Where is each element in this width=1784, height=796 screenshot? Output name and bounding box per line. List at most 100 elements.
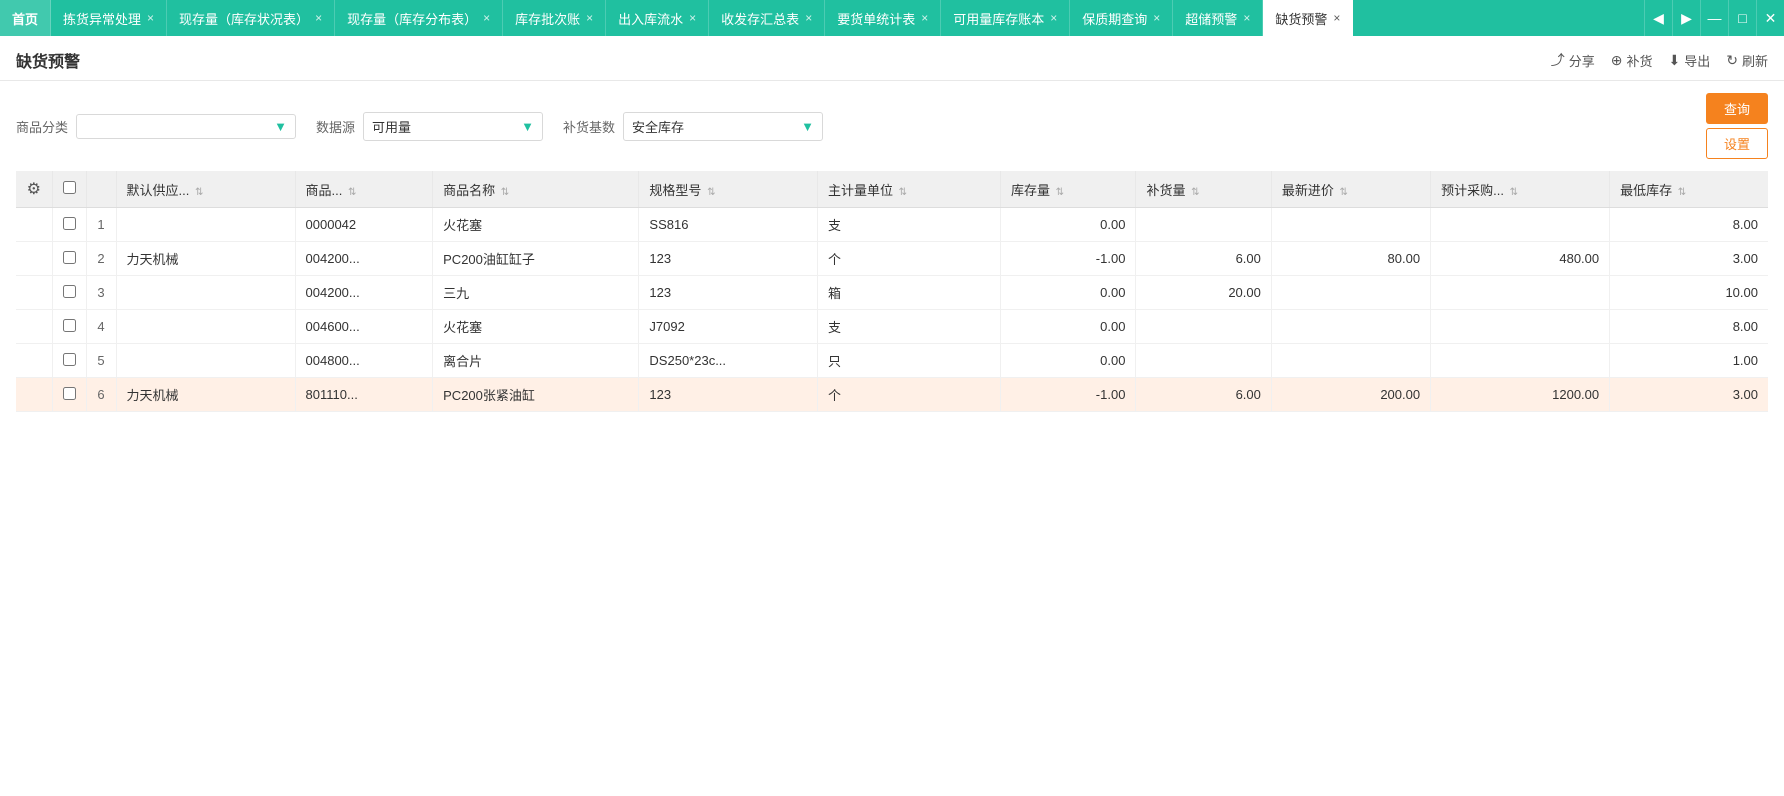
row-checkbox-1[interactable]: [63, 251, 76, 264]
window-close-button[interactable]: ✕: [1756, 0, 1784, 36]
sort-min-stock-icon[interactable]: ⇅: [1678, 187, 1686, 198]
row-settings-cell: [16, 208, 52, 242]
row-spec: 123: [639, 276, 818, 310]
row-checkbox-0[interactable]: [63, 217, 76, 230]
tab-next-button[interactable]: ▶: [1672, 0, 1700, 36]
export-button[interactable]: ⬇ 导出: [1669, 51, 1711, 70]
table-container: ⚙ 默认供应... ⇅ 商品... ⇅: [0, 171, 1784, 412]
row-product-name: 三九: [433, 276, 639, 310]
table-row[interactable]: 4004600...火花塞J7092支0.008.00: [16, 310, 1768, 344]
tab-close-7[interactable]: ×: [921, 11, 928, 25]
row-checkbox-3[interactable]: [63, 319, 76, 332]
tab-close-10[interactable]: ×: [1243, 11, 1250, 25]
replenish-button[interactable]: ⊕ 补货: [1611, 51, 1653, 70]
tab-item-7[interactable]: 要货单统计表×: [825, 0, 941, 36]
replenish-base-value: 安全库存: [632, 117, 684, 136]
page-title: 缺货预警: [16, 48, 80, 72]
tab-item-0[interactable]: 首页: [0, 0, 51, 36]
row-unit: 支: [818, 310, 1001, 344]
row-estimated-purchase: 480.00: [1431, 242, 1610, 276]
row-checkbox-5[interactable]: [63, 387, 76, 400]
tab-item-5[interactable]: 出入库流水×: [606, 0, 709, 36]
sort-replenish-icon[interactable]: ⇅: [1191, 187, 1199, 198]
row-latest-price: [1271, 276, 1430, 310]
table-row[interactable]: 5004800...离合片DS250*23c...只0.001.00: [16, 344, 1768, 378]
filter-area: 商品分类 ▼ 数据源 可用量 ▼ 补货基数 安全库存 ▼ 查询 设置: [0, 81, 1784, 171]
window-minimize-button[interactable]: —: [1700, 0, 1728, 36]
sort-unit-icon[interactable]: ⇅: [899, 187, 907, 198]
tab-close-1[interactable]: ×: [147, 11, 154, 25]
row-estimated-purchase: [1431, 276, 1610, 310]
tab-item-2[interactable]: 现存量（库存状况表）×: [167, 0, 335, 36]
row-checkbox-2[interactable]: [63, 285, 76, 298]
replenish-base-select[interactable]: 安全库存 ▼: [623, 112, 823, 141]
refresh-button[interactable]: ↻ 刷新: [1726, 51, 1768, 70]
row-settings-cell: [16, 276, 52, 310]
tab-close-2[interactable]: ×: [315, 11, 322, 25]
tab-item-4[interactable]: 库存批次账×: [503, 0, 606, 36]
tab-item-9[interactable]: 保质期查询×: [1070, 0, 1173, 36]
row-checkbox-cell: [52, 276, 86, 310]
sort-supplier-icon[interactable]: ⇅: [195, 187, 203, 198]
sort-spec-icon[interactable]: ⇅: [707, 187, 715, 198]
settings-button[interactable]: 设置: [1706, 128, 1768, 159]
col-estimated-purchase: 预计采购... ⇅: [1431, 171, 1610, 208]
sort-price-icon[interactable]: ⇅: [1340, 187, 1348, 198]
tab-close-4[interactable]: ×: [586, 11, 593, 25]
tab-item-11[interactable]: 缺货预警×: [1263, 0, 1353, 36]
tab-close-6[interactable]: ×: [805, 11, 812, 25]
tab-item-6[interactable]: 收发存汇总表×: [709, 0, 825, 36]
row-replenish-qty: [1136, 208, 1271, 242]
row-stock: -1.00: [1001, 242, 1136, 276]
row-checkbox-cell: [52, 378, 86, 412]
datasource-select[interactable]: 可用量 ▼: [363, 112, 543, 141]
share-button[interactable]: ⤴ 分享: [1551, 50, 1595, 70]
tab-close-5[interactable]: ×: [689, 11, 696, 25]
row-default-supplier: [116, 344, 295, 378]
category-select[interactable]: ▼: [76, 114, 296, 139]
row-default-supplier: [116, 208, 295, 242]
row-number: 3: [86, 276, 116, 310]
sort-stock-icon[interactable]: ⇅: [1056, 187, 1064, 198]
tab-item-8[interactable]: 可用量库存账本×: [941, 0, 1070, 36]
table-row[interactable]: 2力天机械004200...PC200油缸缸子123个-1.006.0080.0…: [16, 242, 1768, 276]
col-stock: 库存量 ⇅: [1001, 171, 1136, 208]
row-default-supplier: 力天机械: [116, 378, 295, 412]
row-checkbox-4[interactable]: [63, 353, 76, 366]
tab-close-9[interactable]: ×: [1153, 11, 1160, 25]
col-latest-price: 最新进价 ⇅: [1271, 171, 1430, 208]
sort-code-icon[interactable]: ⇅: [348, 187, 356, 198]
row-number: 5: [86, 344, 116, 378]
tab-item-1[interactable]: 拣货异常处理×: [51, 0, 167, 36]
header-actions: ⤴ 分享 ⊕ 补货 ⬇ 导出 ↻ 刷新: [1551, 50, 1768, 70]
window-maximize-button[interactable]: □: [1728, 0, 1756, 36]
col-spec: 规格型号 ⇅: [639, 171, 818, 208]
sort-name-icon[interactable]: ⇅: [501, 187, 509, 198]
row-product-name: 火花塞: [433, 208, 639, 242]
row-estimated-purchase: [1431, 344, 1610, 378]
row-settings-cell: [16, 344, 52, 378]
row-min-stock: 3.00: [1610, 378, 1768, 412]
tab-close-3[interactable]: ×: [483, 11, 490, 25]
tab-close-8[interactable]: ×: [1050, 11, 1057, 25]
row-product-name: 离合片: [433, 344, 639, 378]
query-button[interactable]: 查询: [1706, 93, 1768, 124]
row-unit: 箱: [818, 276, 1001, 310]
row-replenish-qty: [1136, 310, 1271, 344]
col-unit: 主计量单位 ⇅: [818, 171, 1001, 208]
table-gear-icon[interactable]: ⚙: [27, 179, 41, 199]
col-row-num: [86, 171, 116, 208]
sort-estimated-icon[interactable]: ⇅: [1510, 187, 1518, 198]
table-row[interactable]: 6力天机械801110...PC200张紧油缸123个-1.006.00200.…: [16, 378, 1768, 412]
tab-close-11[interactable]: ×: [1333, 11, 1340, 25]
refresh-icon: ↻: [1726, 52, 1738, 69]
table-row[interactable]: 10000042火花塞SS816支0.008.00: [16, 208, 1768, 242]
tab-prev-button[interactable]: ◀: [1644, 0, 1672, 36]
row-default-supplier: 力天机械: [116, 242, 295, 276]
datasource-chevron-icon: ▼: [521, 119, 534, 134]
tab-item-3[interactable]: 现存量（库存分布表）×: [335, 0, 503, 36]
select-all-checkbox[interactable]: [63, 181, 76, 194]
tab-item-10[interactable]: 超储预警×: [1173, 0, 1263, 36]
col-default-supplier: 默认供应... ⇅: [116, 171, 295, 208]
table-row[interactable]: 3004200...三九123箱0.0020.0010.00: [16, 276, 1768, 310]
